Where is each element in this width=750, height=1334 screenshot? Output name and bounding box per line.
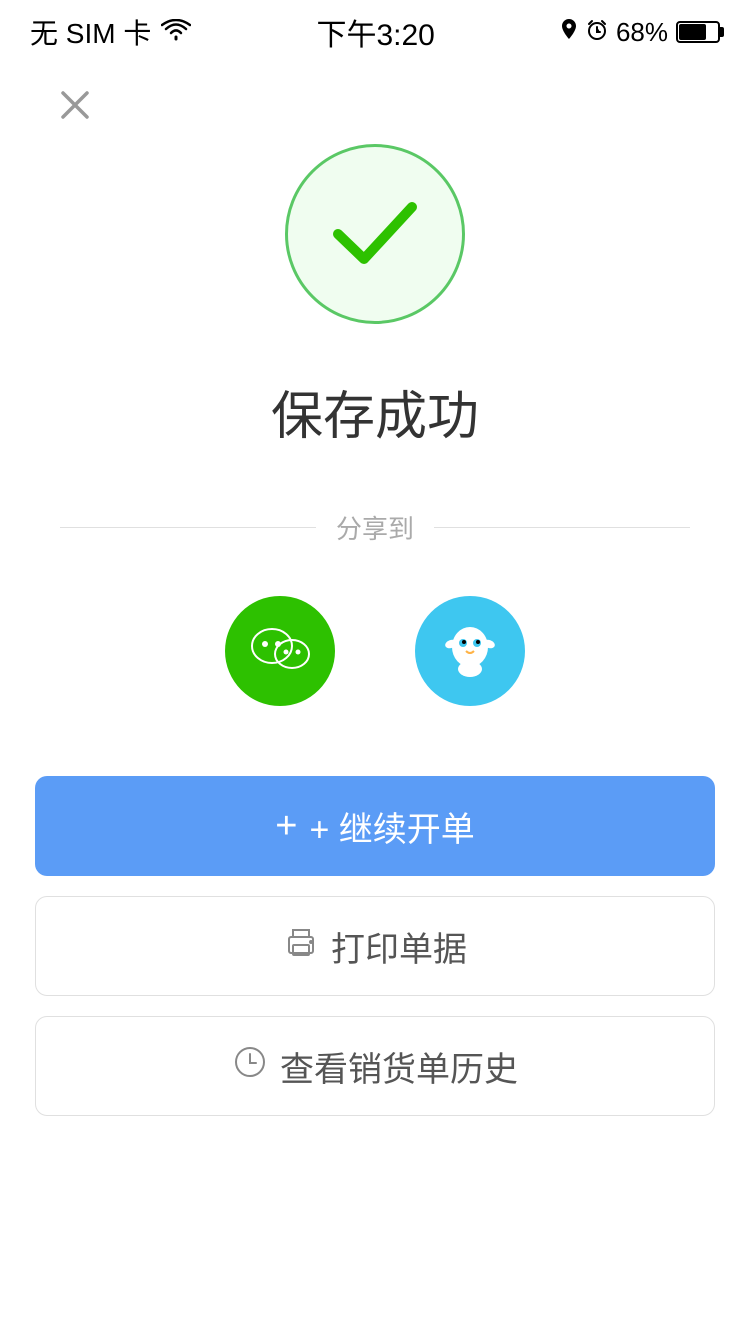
wechat-share-button[interactable]: [225, 596, 335, 706]
no-sim-label: 无 SIM 卡: [30, 12, 151, 52]
printer-icon: [283, 924, 319, 969]
wifi-icon: [161, 16, 191, 48]
share-label: 分享到: [316, 509, 434, 546]
status-bar: 无 SIM 卡 下午3:20 68%: [0, 0, 750, 64]
continue-button[interactable]: + + 继续开单: [35, 776, 715, 876]
main-content: 保存成功 分享到: [0, 64, 750, 1116]
battery-icon: [676, 21, 720, 43]
share-icons: [225, 596, 525, 706]
qq-share-button[interactable]: [415, 596, 525, 706]
success-circle: [285, 144, 465, 324]
qq-icon: [438, 619, 503, 684]
close-icon: [57, 87, 93, 123]
divider-right: [434, 527, 690, 528]
close-button[interactable]: [50, 80, 100, 130]
wechat-icon: [248, 624, 313, 679]
print-button[interactable]: 打印单据: [35, 896, 715, 996]
status-left: 无 SIM 卡: [30, 12, 191, 52]
alarm-icon: [586, 17, 608, 48]
checkmark-icon: [330, 199, 420, 269]
print-label: 打印单据: [331, 922, 467, 971]
location-icon: [560, 17, 578, 48]
share-divider: 分享到: [0, 509, 750, 546]
history-label: 查看销货单历史: [280, 1042, 518, 1091]
history-button[interactable]: 查看销货单历史: [35, 1016, 715, 1116]
clock-icon: [232, 1044, 268, 1089]
divider-left: [60, 527, 316, 528]
status-right: 68%: [560, 17, 720, 48]
plus-icon: +: [275, 805, 297, 848]
battery-percent: 68%: [616, 17, 668, 48]
status-time: 下午3:20: [316, 10, 434, 54]
success-title: 保存成功: [271, 374, 479, 449]
continue-label: + 继续开单: [309, 802, 474, 851]
action-buttons: + + 继续开单 打印单据 查看销货单历史: [35, 776, 715, 1116]
